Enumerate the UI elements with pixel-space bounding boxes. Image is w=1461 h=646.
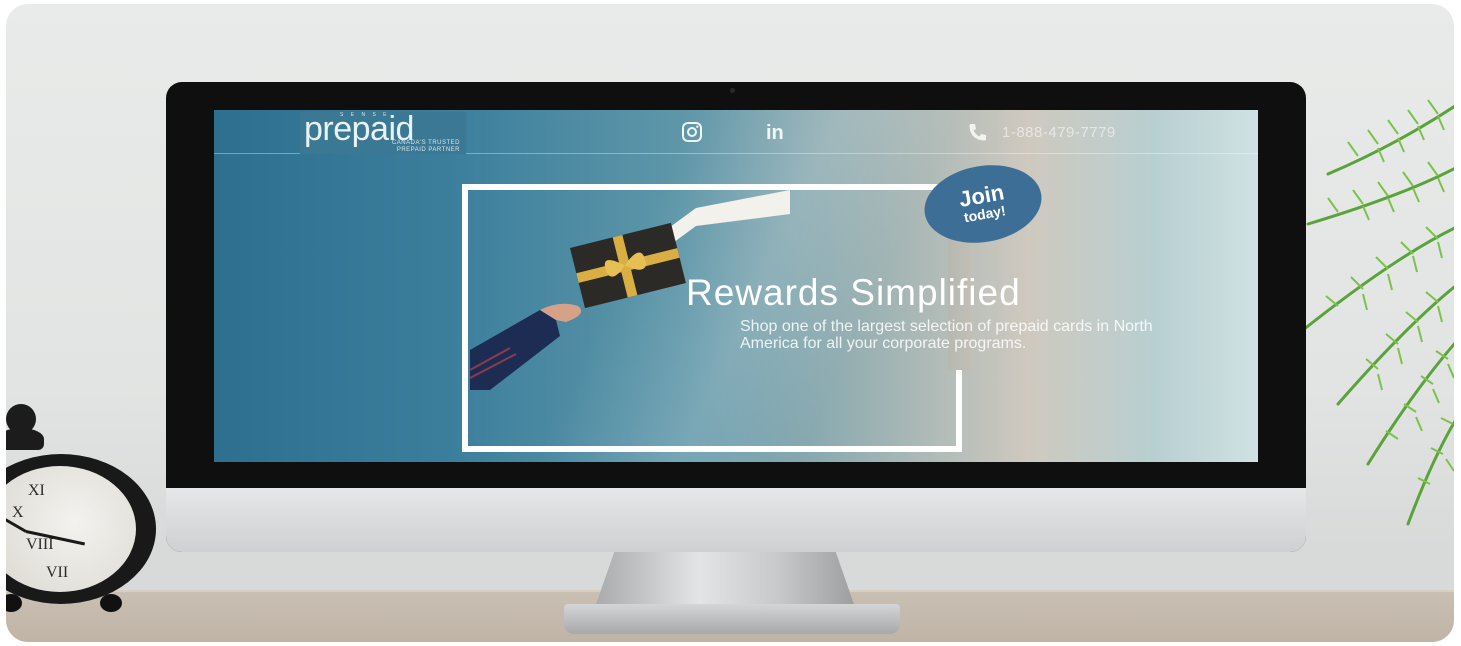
linkedin-icon[interactable]: in	[766, 122, 784, 145]
clock-numeral: XI	[28, 482, 45, 499]
phone-number-link[interactable]: 1-888-479-7779	[1002, 124, 1116, 141]
monitor: S E N S E prepaid CANADA'S TRUSTED PREPA…	[166, 82, 1306, 552]
monitor-chin	[166, 488, 1306, 552]
clock-bell-base	[6, 428, 44, 450]
logo-tagline: CANADA'S TRUSTED	[391, 140, 460, 146]
hero-subtext: Shop one of the largest selection of pre…	[740, 318, 1153, 352]
clock-foot	[6, 594, 22, 612]
alarm-clock: XI X VIII VII	[6, 404, 156, 614]
website-screen: S E N S E prepaid CANADA'S TRUSTED PREPA…	[214, 110, 1258, 462]
clock-foot	[100, 594, 122, 612]
site-header: S E N S E prepaid CANADA'S TRUSTED PREPA…	[214, 110, 1258, 154]
photo-frame: XI X VIII VII S E N S E prepaid CANADA'S…	[6, 4, 1454, 642]
clock-numeral: VIII	[26, 536, 54, 553]
clock-numeral: X	[12, 504, 24, 521]
fern-plant	[1296, 99, 1454, 526]
instagram-icon[interactable]	[680, 120, 704, 149]
site-logo[interactable]: S E N S E prepaid CANADA'S TRUSTED PREPA…	[300, 110, 466, 154]
hero-headline: Rewards Simplified	[686, 272, 1021, 313]
monitor-stand	[594, 550, 856, 610]
monitor-camera	[730, 88, 735, 93]
logo-tagline: PREPAID PARTNER	[396, 147, 460, 153]
monitor-stand-base	[564, 604, 900, 634]
phone-icon	[969, 124, 986, 141]
clock-numeral: VII	[46, 564, 69, 581]
